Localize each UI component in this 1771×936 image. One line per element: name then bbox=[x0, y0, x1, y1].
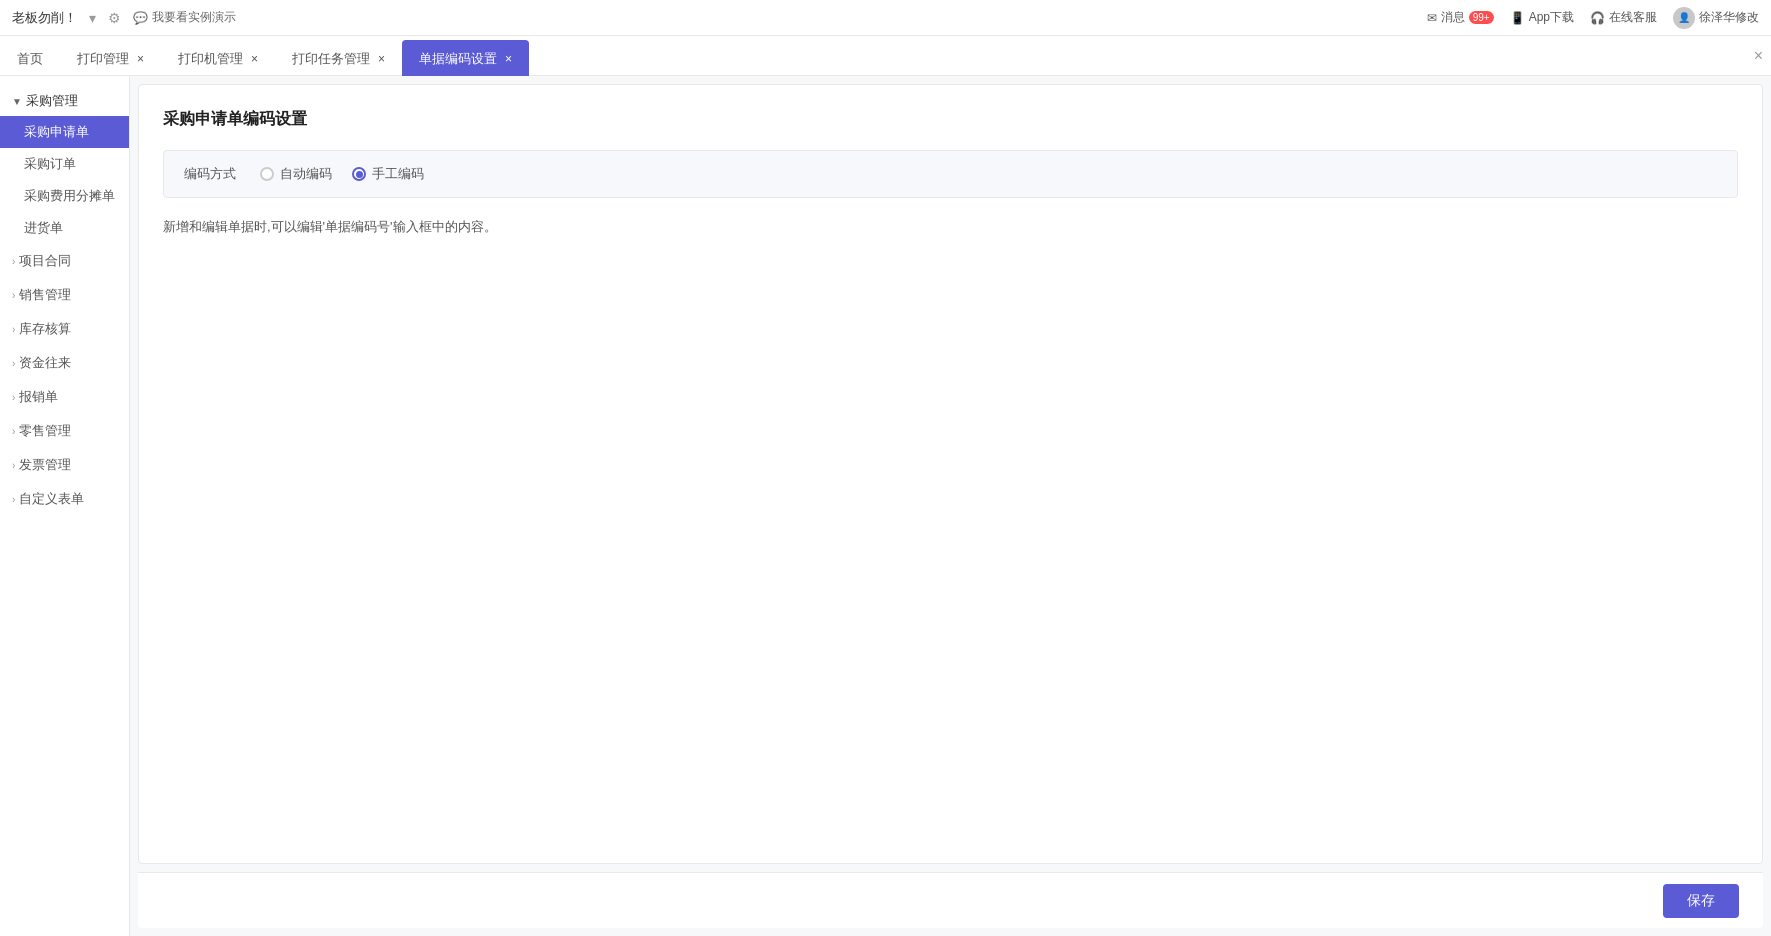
radio-manual-label: 手工编码 bbox=[372, 165, 424, 183]
app-download-button[interactable]: 📱 App下载 bbox=[1510, 9, 1574, 26]
content-inner: 采购申请单编码设置 编码方式 自动编码 手工编码 新增和编辑单据时,可 bbox=[138, 84, 1763, 864]
online-service-button[interactable]: 🎧 在线客服 bbox=[1590, 9, 1657, 26]
inventory-label: 库存核算 bbox=[19, 320, 71, 338]
retail-label: 零售管理 bbox=[19, 422, 71, 440]
demo-icon: 💬 bbox=[133, 11, 148, 25]
encoding-label: 编码方式 bbox=[184, 165, 236, 183]
settings-icon[interactable]: ⚙ bbox=[108, 10, 121, 26]
sidebar-group-retail[interactable]: › 零售管理 bbox=[0, 414, 129, 448]
save-button[interactable]: 保存 bbox=[1663, 884, 1739, 918]
tab-print-manage[interactable]: 打印管理 × bbox=[60, 40, 161, 76]
top-bar-left: 老板勿削！ ▾ ⚙ 💬 我要看实例演示 bbox=[12, 9, 236, 27]
expense-arrow: › bbox=[12, 392, 15, 403]
encoding-section: 编码方式 自动编码 手工编码 bbox=[163, 150, 1738, 198]
sidebar-group-sales[interactable]: › 销售管理 bbox=[0, 278, 129, 312]
radio-auto-circle bbox=[260, 167, 274, 181]
sidebar-item-inbound[interactable]: 进货单 bbox=[0, 212, 129, 244]
tab-home-label: 首页 bbox=[17, 50, 43, 68]
page-title: 采购申请单编码设置 bbox=[163, 109, 1738, 130]
sales-arrow: › bbox=[12, 290, 15, 301]
invoice-label: 发票管理 bbox=[19, 456, 71, 474]
message-label: 消息 bbox=[1441, 9, 1465, 26]
user-profile[interactable]: 👤 徐泽华修改 bbox=[1673, 7, 1759, 29]
sidebar-group-custom[interactable]: › 自定义表单 bbox=[0, 482, 129, 516]
bottom-bar: 保存 bbox=[138, 872, 1763, 928]
tab-bar: 首页 打印管理 × 打印机管理 × 打印任务管理 × 单据编码设置 × × bbox=[0, 36, 1771, 76]
message-button[interactable]: ✉ 消息 99+ bbox=[1427, 9, 1494, 26]
top-bar: 老板勿削！ ▾ ⚙ 💬 我要看实例演示 ✉ 消息 99+ 📱 App下载 🎧 在… bbox=[0, 0, 1771, 36]
online-service-label: 在线客服 bbox=[1609, 9, 1657, 26]
tab-print-manage-label: 打印管理 bbox=[77, 50, 129, 68]
radio-auto[interactable]: 自动编码 bbox=[260, 165, 332, 183]
main-layout: ▼ 采购管理 采购申请单 采购订单 采购费用分摊单 进货单 › 项目合同 › 销… bbox=[0, 76, 1771, 936]
sidebar-group-project[interactable]: › 项目合同 bbox=[0, 244, 129, 278]
radio-manual-circle bbox=[352, 167, 366, 181]
service-icon: 🎧 bbox=[1590, 11, 1605, 25]
sidebar-group-expense[interactable]: › 报销单 bbox=[0, 380, 129, 414]
tab-printer-manage-close[interactable]: × bbox=[251, 52, 258, 66]
purchase-order-label: 采购订单 bbox=[24, 156, 76, 171]
message-badge: 99+ bbox=[1469, 11, 1494, 24]
user-name: 徐泽华修改 bbox=[1699, 9, 1759, 26]
purchase-arrow: ▼ bbox=[12, 96, 22, 107]
avatar: 👤 bbox=[1673, 7, 1695, 29]
tab-print-manage-close[interactable]: × bbox=[137, 52, 144, 66]
sidebar-item-purchase-cost[interactable]: 采购费用分摊单 bbox=[0, 180, 129, 212]
inventory-arrow: › bbox=[12, 324, 15, 335]
purchase-group-label: 采购管理 bbox=[26, 92, 78, 110]
close-all-tabs[interactable]: × bbox=[1754, 47, 1763, 65]
sidebar-item-purchase-order[interactable]: 采购订单 bbox=[0, 148, 129, 180]
invoice-arrow: › bbox=[12, 460, 15, 471]
radio-manual[interactable]: 手工编码 bbox=[352, 165, 424, 183]
tab-single-code-label: 单据编码设置 bbox=[419, 50, 497, 68]
app-download-label: App下载 bbox=[1529, 9, 1574, 26]
sidebar-group-capital[interactable]: › 资金往来 bbox=[0, 346, 129, 380]
sales-label: 销售管理 bbox=[19, 286, 71, 304]
tab-single-code-close[interactable]: × bbox=[505, 52, 512, 66]
project-label: 项目合同 bbox=[19, 252, 71, 270]
sidebar-group-purchase[interactable]: ▼ 采购管理 bbox=[0, 84, 129, 116]
custom-label: 自定义表单 bbox=[19, 490, 84, 508]
radio-auto-label: 自动编码 bbox=[280, 165, 332, 183]
tab-printer-manage[interactable]: 打印机管理 × bbox=[161, 40, 275, 76]
tab-print-task[interactable]: 打印任务管理 × bbox=[275, 40, 402, 76]
purchase-cost-label: 采购费用分摊单 bbox=[24, 188, 115, 203]
purchase-request-label: 采购申请单 bbox=[24, 124, 89, 139]
project-arrow: › bbox=[12, 256, 15, 267]
sidebar-item-purchase-request[interactable]: 采购申请单 bbox=[0, 116, 129, 148]
description-text: 新增和编辑单据时,可以编辑'单据编码号'输入框中的内容。 bbox=[163, 214, 1738, 240]
top-bar-right: ✉ 消息 99+ 📱 App下载 🎧 在线客服 👤 徐泽华修改 bbox=[1427, 7, 1759, 29]
sidebar-group-invoice[interactable]: › 发票管理 bbox=[0, 448, 129, 482]
custom-arrow: › bbox=[12, 494, 15, 505]
download-icon: 📱 bbox=[1510, 11, 1525, 25]
inbound-label: 进货单 bbox=[24, 220, 63, 235]
sidebar-group-inventory[interactable]: › 库存核算 bbox=[0, 312, 129, 346]
tab-single-code[interactable]: 单据编码设置 × bbox=[402, 40, 529, 76]
tab-print-task-label: 打印任务管理 bbox=[292, 50, 370, 68]
tab-home[interactable]: 首页 bbox=[0, 40, 60, 76]
expense-label: 报销单 bbox=[19, 388, 58, 406]
tab-print-task-close[interactable]: × bbox=[378, 52, 385, 66]
demo-text: 我要看实例演示 bbox=[152, 9, 236, 26]
sidebar: ▼ 采购管理 采购申请单 采购订单 采购费用分摊单 进货单 › 项目合同 › 销… bbox=[0, 76, 130, 936]
tab-printer-manage-label: 打印机管理 bbox=[178, 50, 243, 68]
encoding-radio-group: 自动编码 手工编码 bbox=[260, 165, 424, 183]
dropdown-icon[interactable]: ▾ bbox=[89, 10, 96, 26]
message-icon: ✉ bbox=[1427, 11, 1437, 25]
content-area: 采购申请单编码设置 编码方式 自动编码 手工编码 新增和编辑单据时,可 bbox=[130, 76, 1771, 936]
retail-arrow: › bbox=[12, 426, 15, 437]
demo-link[interactable]: 💬 我要看实例演示 bbox=[133, 9, 236, 26]
capital-arrow: › bbox=[12, 358, 15, 369]
brand-text: 老板勿削！ bbox=[12, 9, 77, 27]
capital-label: 资金往来 bbox=[19, 354, 71, 372]
